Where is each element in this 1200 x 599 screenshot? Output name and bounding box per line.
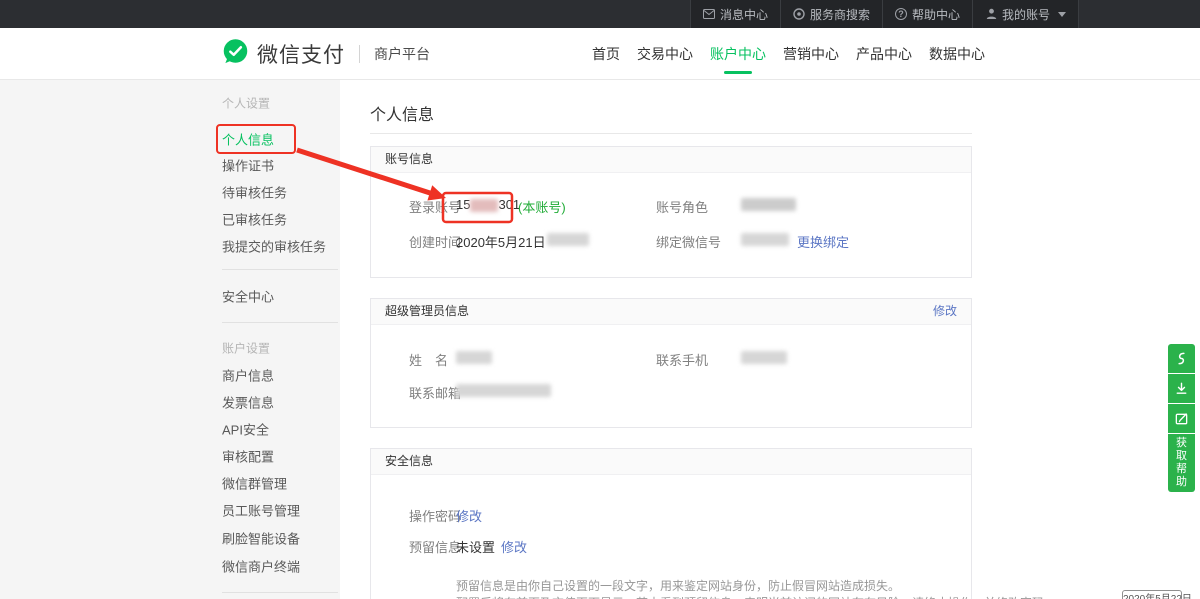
sidebar-divider bbox=[222, 592, 338, 593]
portal-name: 商户平台 bbox=[374, 44, 430, 64]
my-account-item[interactable]: 我的账号 bbox=[973, 0, 1079, 28]
redacted-login-middle bbox=[470, 199, 498, 212]
help-center-item[interactable]: ? 帮助中心 bbox=[883, 0, 973, 28]
feedback-button[interactable] bbox=[1168, 404, 1195, 433]
redacted-contact-phone bbox=[741, 351, 787, 364]
floating-action-panel: 获 取 帮 助 bbox=[1168, 344, 1195, 493]
sidebar-item-invoice-info[interactable]: 发票信息 bbox=[222, 393, 274, 412]
chevron-down-icon bbox=[1058, 12, 1066, 17]
my-account-label: 我的账号 bbox=[1002, 6, 1050, 23]
edit-icon bbox=[1174, 411, 1189, 426]
edit-reserved-info-link[interactable]: 修改 bbox=[501, 537, 527, 556]
name-label: 姓 名 bbox=[409, 350, 448, 369]
change-binding-link[interactable]: 更换绑定 bbox=[797, 232, 849, 251]
help-icon: ? bbox=[895, 8, 907, 20]
message-center-item[interactable]: 消息中心 bbox=[690, 0, 781, 28]
sidebar-item-security-center[interactable]: 安全中心 bbox=[222, 287, 274, 306]
title-divider bbox=[370, 133, 972, 134]
login-account-label: 登录账号 bbox=[409, 197, 461, 216]
top-utility-menu: 消息中心 服务商搜索 ? 帮助中心 我的账号 bbox=[690, 0, 1079, 28]
current-account-tag: (本账号) bbox=[518, 197, 566, 216]
mail-icon bbox=[703, 8, 715, 20]
account-info-title: 账号信息 bbox=[385, 147, 433, 172]
edit-password-link[interactable]: 修改 bbox=[456, 506, 482, 525]
description-line: 预留信息是由你自己设置的一段文字，用来鉴定网站身份，防止假冒网站造成损失。 bbox=[456, 578, 1056, 595]
contact-email-label: 联系邮箱 bbox=[409, 383, 461, 402]
sidebar-item-pending-review-tasks[interactable]: 待审核任务 bbox=[222, 183, 287, 202]
account-role-label: 账号角色 bbox=[656, 197, 708, 216]
brand-logo[interactable]: 微信支付 商户平台 bbox=[222, 28, 430, 80]
redacted-contact-email bbox=[456, 384, 551, 397]
reserved-info-label: 预留信息 bbox=[409, 537, 461, 556]
wechat-pay-merchant-portal: 消息中心 服务商搜索 ? 帮助中心 我的账号 bbox=[0, 0, 1200, 599]
sidebar-item-api-security[interactable]: API安全 bbox=[222, 420, 269, 439]
nav-item-home[interactable]: 首页 bbox=[592, 28, 620, 80]
account-info-panel: 账号信息 登录账号 15301 (本账号) 账号角色 创建时间 2020年5月2… bbox=[370, 146, 972, 278]
nav-item-account-center[interactable]: 账户中心 bbox=[710, 28, 766, 80]
sidebar-divider bbox=[222, 269, 338, 270]
user-icon bbox=[985, 8, 997, 20]
page-title: 个人信息 bbox=[370, 101, 434, 125]
primary-nav: 首页 交易中心 账户中心 营销中心 产品中心 数据中心 bbox=[592, 28, 985, 80]
redacted-account-role bbox=[741, 198, 796, 211]
nav-item-marketing-center[interactable]: 营销中心 bbox=[783, 28, 839, 80]
get-help-char: 获 bbox=[1176, 437, 1187, 450]
contact-phone-label: 联系手机 bbox=[656, 350, 708, 369]
sidebar-item-face-payment-devices[interactable]: 刷脸智能设备 bbox=[222, 529, 300, 548]
link-icon bbox=[1174, 351, 1189, 366]
get-help-char: 取 bbox=[1176, 450, 1187, 463]
redacted-name bbox=[456, 351, 492, 364]
date-tooltip: 2020年5月22日 bbox=[1122, 590, 1182, 599]
help-center-label: 帮助中心 bbox=[912, 6, 960, 23]
super-admin-title: 超级管理员信息 bbox=[385, 299, 469, 324]
logo-divider bbox=[359, 45, 360, 63]
wechat-pay-logo-icon bbox=[222, 38, 249, 70]
edit-admin-link[interactable]: 修改 bbox=[933, 299, 957, 324]
created-time-value: 2020年5月21日 bbox=[456, 232, 546, 251]
download-button[interactable] bbox=[1168, 374, 1195, 403]
main-content: 个人信息 账号信息 登录账号 15301 (本账号) 账号角色 创建时间 202… bbox=[340, 80, 1200, 599]
link-button[interactable] bbox=[1168, 344, 1195, 373]
site-header: 微信支付 商户平台 首页 交易中心 账户中心 营销中心 产品中心 数据中心 bbox=[0, 28, 1200, 80]
nav-item-data-center[interactable]: 数据中心 bbox=[929, 28, 985, 80]
operation-password-label: 操作密码 bbox=[409, 506, 461, 525]
sidebar-item-merchant-info[interactable]: 商户信息 bbox=[222, 366, 274, 385]
get-help-button[interactable]: 获 取 帮 助 bbox=[1168, 434, 1195, 492]
nav-item-product-center[interactable]: 产品中心 bbox=[856, 28, 912, 80]
nav-item-transaction-center[interactable]: 交易中心 bbox=[637, 28, 693, 80]
security-info-title: 安全信息 bbox=[385, 449, 433, 474]
login-account-value: 15301 bbox=[456, 197, 520, 212]
sidebar-item-staff-account-management[interactable]: 员工账号管理 bbox=[222, 501, 300, 520]
sidebar-item-review-config[interactable]: 审核配置 bbox=[222, 447, 274, 466]
description-line: 配置后将在首页及充值页面显示。若未看到预留信息，表明当前访问的网站存在风险，请终… bbox=[456, 595, 1056, 599]
sidebar-item-reviewed-tasks[interactable]: 已审核任务 bbox=[222, 210, 287, 229]
sidebar-item-personal-info[interactable]: 个人信息 bbox=[222, 130, 274, 149]
reserved-info-description: 预留信息是由你自己设置的一段文字，用来鉴定网站身份，防止假冒网站造成损失。 配置… bbox=[456, 578, 1056, 599]
redacted-created-time bbox=[547, 233, 589, 246]
sidebar-item-operation-certificate[interactable]: 操作证书 bbox=[222, 156, 274, 175]
sidebar-item-wechat-group-management[interactable]: 微信群管理 bbox=[222, 474, 287, 493]
sidebar-item-my-submitted-review-tasks[interactable]: 我提交的审核任务 bbox=[222, 237, 326, 256]
super-admin-panel: 超级管理员信息 修改 姓 名 联系手机 联系邮箱 bbox=[370, 298, 972, 428]
sidebar-divider bbox=[222, 322, 338, 323]
sidebar-group-personal-settings: 个人设置 bbox=[222, 95, 270, 112]
brand-name: 微信支付 bbox=[257, 39, 345, 69]
service-provider-search-label: 服务商搜索 bbox=[810, 6, 870, 23]
redacted-bound-wechat bbox=[741, 233, 789, 246]
search-icon bbox=[793, 8, 805, 20]
download-icon bbox=[1174, 381, 1189, 396]
sidebar-item-wechat-merchant-terminal[interactable]: 微信商户终端 bbox=[222, 557, 300, 576]
message-center-label: 消息中心 bbox=[720, 6, 768, 23]
get-help-char: 助 bbox=[1176, 476, 1187, 489]
created-time-label: 创建时间 bbox=[409, 232, 461, 251]
service-provider-search-item[interactable]: 服务商搜索 bbox=[781, 0, 883, 28]
sidebar: 个人设置 个人信息 操作证书 待审核任务 已审核任务 我提交的审核任务 安全中心… bbox=[0, 80, 340, 599]
bound-wechat-label: 绑定微信号 bbox=[656, 232, 721, 251]
security-info-panel: 安全信息 操作密码 修改 预留信息 未设置 修改 预留信息是由你自己设置的一段文… bbox=[370, 448, 972, 599]
reserved-info-value: 未设置 bbox=[456, 537, 495, 556]
top-utility-bar: 消息中心 服务商搜索 ? 帮助中心 我的账号 bbox=[0, 0, 1200, 28]
get-help-char: 帮 bbox=[1176, 463, 1187, 476]
sidebar-group-account-settings: 账户设置 bbox=[222, 340, 270, 357]
